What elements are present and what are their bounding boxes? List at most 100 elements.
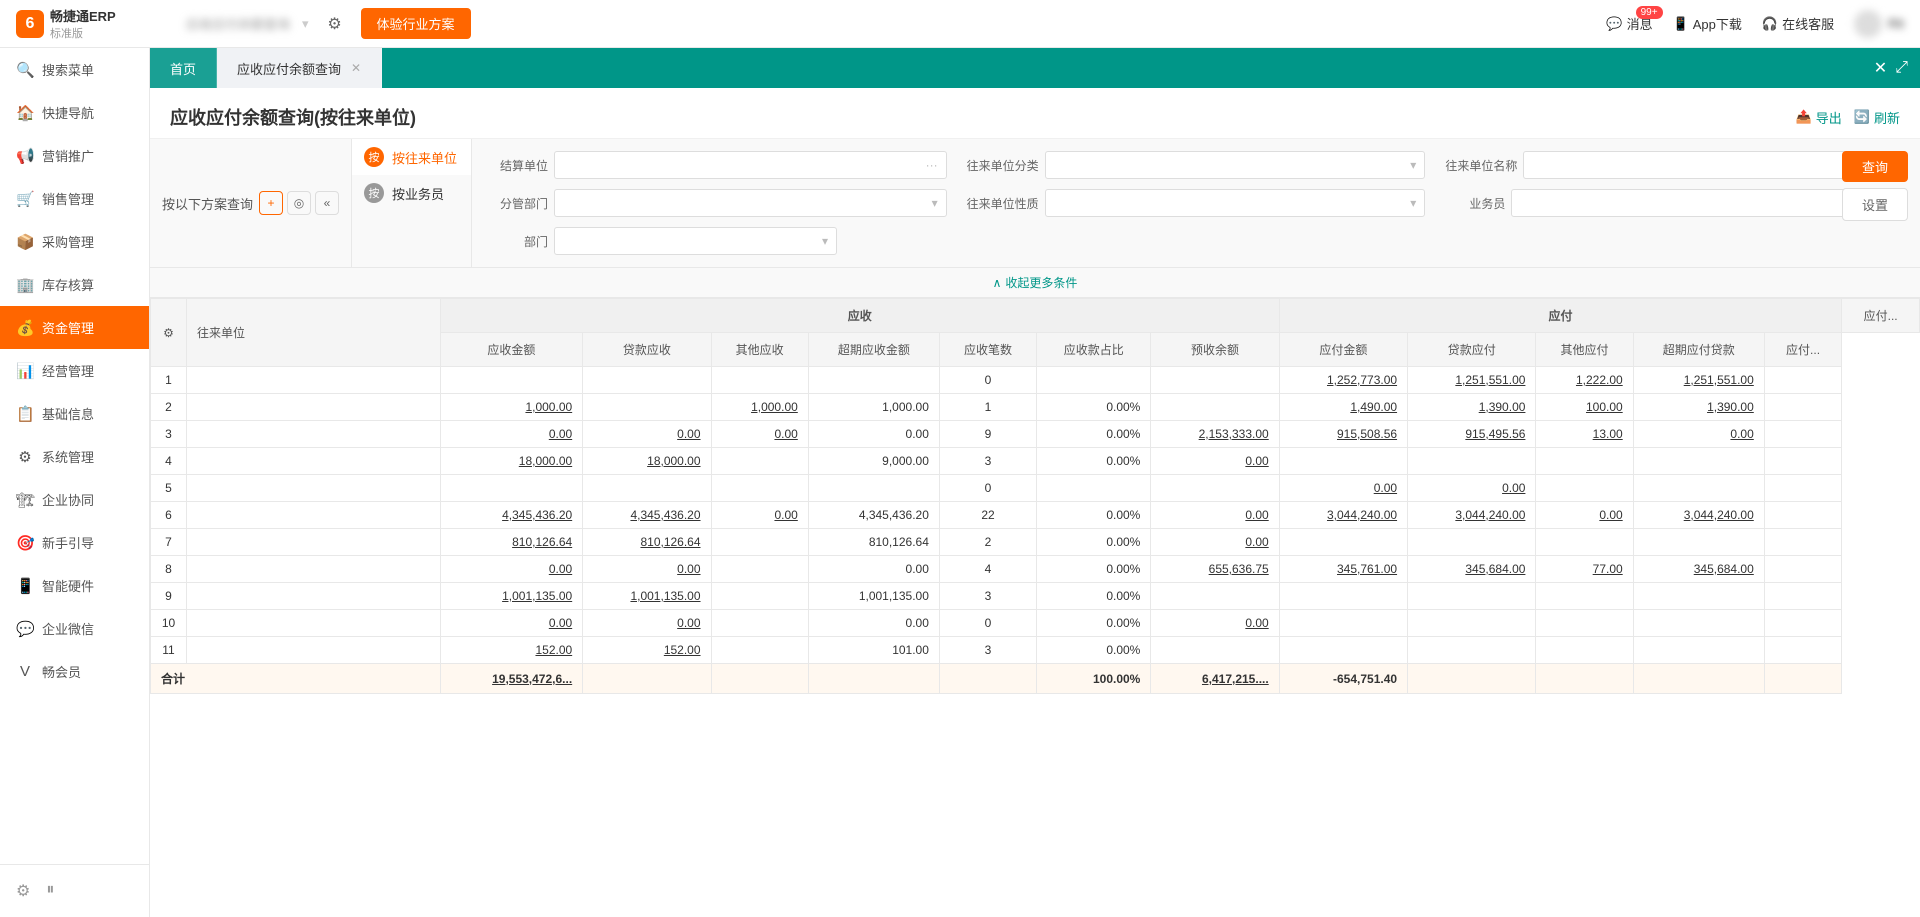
sidebar-label-capital: 资金管理 xyxy=(42,318,94,337)
sidebar-item-guide[interactable]: 🎯 新手引导 xyxy=(0,521,149,564)
table-cell[interactable]: 1,000.00 xyxy=(440,394,582,421)
dept-label: 分管部门 xyxy=(488,195,548,212)
table-cell[interactable]: 1,222.00 xyxy=(1536,367,1633,394)
table-cell[interactable]: 3,044,240.00 xyxy=(1633,502,1764,529)
table-cell[interactable]: 0.00 xyxy=(583,556,711,583)
table-cell[interactable]: 0.00 xyxy=(1633,421,1764,448)
collapse-left-icon[interactable]: « xyxy=(315,191,339,215)
table-cell[interactable]: 1,490.00 xyxy=(1279,394,1407,421)
sidebar-item-quick-nav[interactable]: 🏠 快捷导航 xyxy=(0,91,149,134)
partner-nature-input[interactable]: ▾ xyxy=(1045,189,1426,217)
table-cell[interactable]: 810,126.64 xyxy=(583,529,711,556)
table-cell[interactable]: 0.00 xyxy=(583,610,711,637)
sidebar-item-sales[interactable]: 🛒 销售管理 xyxy=(0,177,149,220)
tab-home[interactable]: 首页 xyxy=(150,48,217,88)
add-scheme-icon[interactable]: + xyxy=(259,191,283,215)
tab-close-icon[interactable]: ✕ xyxy=(351,61,361,75)
th-settings[interactable]: ⚙ xyxy=(151,299,187,367)
sidebar-item-corp[interactable]: 🏗 企业协同 xyxy=(0,478,149,521)
table-cell[interactable]: 1,251,551.00 xyxy=(1408,367,1536,394)
table-cell[interactable]: 1,252,773.00 xyxy=(1279,367,1407,394)
refresh-button[interactable]: 🔄 刷新 xyxy=(1854,108,1900,127)
sidebar-item-basic-info[interactable]: 📋 基础信息 xyxy=(0,392,149,435)
sidebar-item-capital[interactable]: 💰 资金管理 xyxy=(0,306,149,349)
settings-button[interactable]: 设置 xyxy=(1842,188,1908,221)
table-cell[interactable]: 345,761.00 xyxy=(1279,556,1407,583)
sidebar-item-member[interactable]: V 畅会员 xyxy=(0,650,149,693)
sidebar-item-system[interactable]: ⚙ 系统管理 xyxy=(0,435,149,478)
table-cell[interactable]: 152.00 xyxy=(440,637,582,664)
sidebar-item-operations[interactable]: 📊 经营管理 xyxy=(0,349,149,392)
table-cell[interactable]: 1,251,551.00 xyxy=(1633,367,1764,394)
table-cell[interactable]: 4,345,436.20 xyxy=(440,502,582,529)
scheme-by-partner[interactable]: 按 按往来单位 xyxy=(352,139,471,175)
table-cell[interactable]: 345,684.00 xyxy=(1408,556,1536,583)
sidebar-item-inventory[interactable]: 🏢 库存核算 xyxy=(0,263,149,306)
table-cell[interactable]: 1,390.00 xyxy=(1633,394,1764,421)
table-cell[interactable]: 3,044,240.00 xyxy=(1279,502,1407,529)
sidebar-item-marketing[interactable]: 📢 营销推广 xyxy=(0,134,149,177)
avatar-area[interactable]: Rit xyxy=(1854,10,1904,38)
online-service-action[interactable]: 🎧 在线客服 xyxy=(1762,14,1834,33)
main-content: 首页 应收应付余额查询 ✕ ✕ ⤢ 应收应付余额查询(按往来单位) 📤 导出 xyxy=(150,48,1920,917)
table-cell[interactable]: 810,126.64 xyxy=(440,529,582,556)
table-cell[interactable]: 915,495.56 xyxy=(1408,421,1536,448)
total-ar-amount[interactable]: 19,553,472,6... xyxy=(440,664,582,694)
table-cell[interactable]: 0.00 xyxy=(711,502,808,529)
table-cell xyxy=(1037,475,1151,502)
table-cell[interactable]: 2,153,333.00 xyxy=(1151,421,1279,448)
table-cell[interactable]: 1,001,135.00 xyxy=(583,583,711,610)
table-cell[interactable]: 0.00 xyxy=(583,421,711,448)
scheme-salesperson-icon: 按 xyxy=(364,183,384,203)
table-cell[interactable]: 1,001,135.00 xyxy=(440,583,582,610)
table-cell[interactable]: 0.00 xyxy=(1536,502,1633,529)
total-ar-advance[interactable]: 6,417,215.... xyxy=(1151,664,1279,694)
table-cell[interactable]: 0.00 xyxy=(1151,610,1279,637)
sidebar-item-hardware[interactable]: 📱 智能硬件 xyxy=(0,564,149,607)
table-cell[interactable]: 1,390.00 xyxy=(1408,394,1536,421)
table-cell[interactable]: 1,000.00 xyxy=(711,394,808,421)
settings-icon[interactable]: ⚙ xyxy=(321,10,349,38)
table-cell[interactable]: 100.00 xyxy=(1536,394,1633,421)
industry-button[interactable]: 体验行业方案 xyxy=(361,8,471,39)
sidebar-item-wechat[interactable]: 💬 企业微信 xyxy=(0,607,149,650)
table-cell[interactable]: 345,684.00 xyxy=(1633,556,1764,583)
tab-maximize-icon[interactable]: ⤢ xyxy=(1895,59,1908,77)
scheme-by-salesperson[interactable]: 按 按业务员 xyxy=(352,175,471,211)
table-cell[interactable]: 0.00 xyxy=(1151,529,1279,556)
table-cell[interactable]: 18,000.00 xyxy=(440,448,582,475)
collapse-bar[interactable]: ∧ 收起更多条件 xyxy=(150,268,1920,298)
export-button[interactable]: 📤 导出 xyxy=(1796,108,1842,127)
table-cell[interactable]: 0.00 xyxy=(711,421,808,448)
partner-category-input[interactable]: ▾ xyxy=(1045,151,1426,179)
sidebar-collapse-icon[interactable]: ⏸ xyxy=(42,877,58,905)
table-cell[interactable]: 0.00 xyxy=(1279,475,1407,502)
table-cell[interactable]: 0.00 xyxy=(1151,448,1279,475)
table-cell[interactable]: 0.00 xyxy=(1408,475,1536,502)
total-row: 合计 19,553,472,6... 100.00% 6,417,215....… xyxy=(151,664,1920,694)
query-button[interactable]: 查询 xyxy=(1842,151,1908,182)
dept-input[interactable]: ▾ xyxy=(554,189,947,217)
table-cell[interactable]: 0.00 xyxy=(440,421,582,448)
message-action[interactable]: 💬 消息 99+ xyxy=(1606,14,1652,33)
sidebar-settings-icon[interactable]: ⚙ xyxy=(12,877,34,905)
table-cell[interactable]: 13.00 xyxy=(1536,421,1633,448)
table-cell[interactable]: 915,508.56 xyxy=(1279,421,1407,448)
table-cell[interactable]: 152.00 xyxy=(583,637,711,664)
tab-ar-ap-query[interactable]: 应收应付余额查询 ✕ xyxy=(217,48,382,88)
sidebar-item-purchase[interactable]: 📦 采购管理 xyxy=(0,220,149,263)
table-cell[interactable]: 18,000.00 xyxy=(583,448,711,475)
table-cell[interactable]: 0.00 xyxy=(1151,502,1279,529)
table-cell[interactable]: 4,345,436.20 xyxy=(583,502,711,529)
table-cell[interactable]: 77.00 xyxy=(1536,556,1633,583)
table-cell[interactable]: 0.00 xyxy=(440,556,582,583)
tab-close-window-icon[interactable]: ✕ xyxy=(1874,58,1887,78)
department-input[interactable]: ▾ xyxy=(554,227,837,255)
table-cell[interactable]: 3,044,240.00 xyxy=(1408,502,1536,529)
sidebar-item-search-menu[interactable]: 🔍 搜索菜单 xyxy=(0,48,149,91)
jiesuan-unit-input[interactable]: ··· xyxy=(554,151,947,179)
app-download-action[interactable]: 📱 App下载 xyxy=(1673,14,1742,33)
circle-icon[interactable]: ◎ xyxy=(287,191,311,215)
table-cell[interactable]: 655,636.75 xyxy=(1151,556,1279,583)
table-cell[interactable]: 0.00 xyxy=(440,610,582,637)
